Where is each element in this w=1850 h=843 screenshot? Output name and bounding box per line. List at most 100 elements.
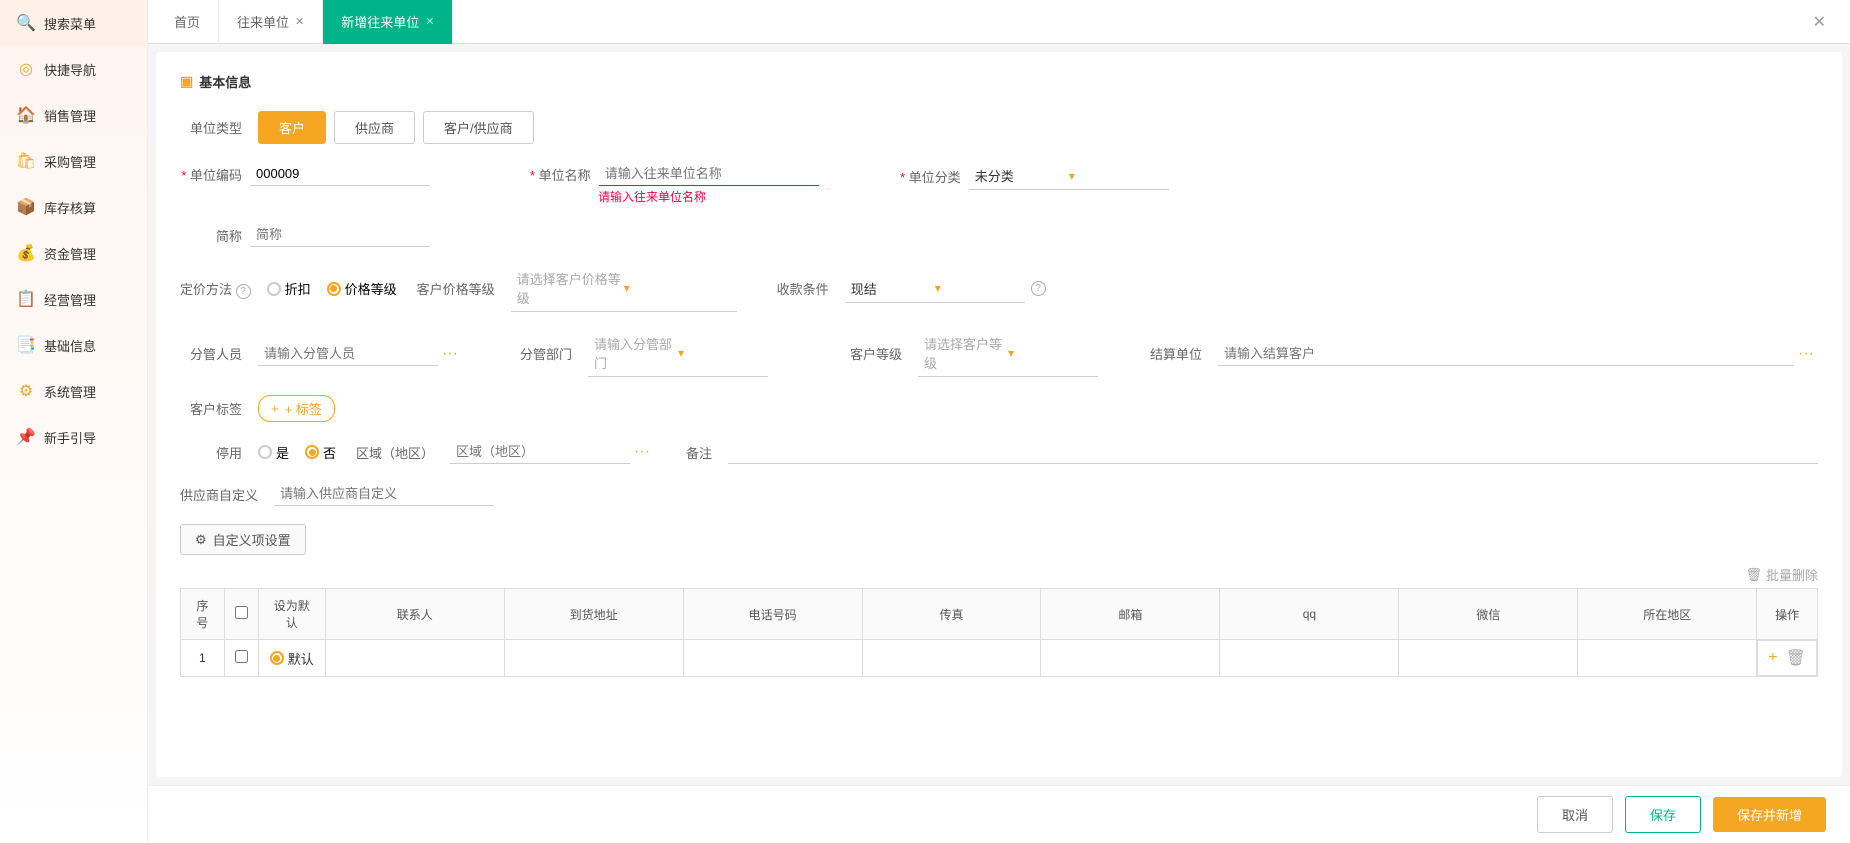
row-contact[interactable] xyxy=(325,640,504,677)
row-qq[interactable] xyxy=(1220,640,1399,677)
short-name-row: 简称 xyxy=(180,223,1818,247)
supervisor-more-btn[interactable]: ··· xyxy=(438,346,462,362)
row-phone[interactable] xyxy=(683,640,862,677)
type-btn-both[interactable]: 客户/供应商 xyxy=(423,111,534,144)
supplier-custom-label: 供应商自定义 xyxy=(180,485,266,504)
unit-code-label: 单位编码 xyxy=(180,165,250,184)
unit-name-field: 单位名称 请输入往来单位名称 xyxy=(500,162,860,205)
batch-delete-label[interactable]: 批量删除 xyxy=(1766,565,1818,584)
row-add-btn[interactable]: + xyxy=(1768,649,1777,667)
short-name-input[interactable] xyxy=(250,223,430,247)
customer-price-level-select[interactable]: 请选择客户价格等级 ▾ xyxy=(511,265,737,312)
tab-new-contact[interactable]: 新增往来单位 ✕ xyxy=(323,0,452,44)
unit-name-input[interactable] xyxy=(599,162,819,186)
type-btn-supplier[interactable]: 供应商 xyxy=(334,111,415,144)
row-checkbox[interactable] xyxy=(235,650,248,663)
add-tag-plus: + xyxy=(271,401,279,416)
finance-icon: 💰 xyxy=(16,243,36,263)
col-fax: 传真 xyxy=(862,589,1041,640)
sidebar-item-quick-nav[interactable]: ◎ 快捷导航 xyxy=(0,46,147,92)
save-and-new-button[interactable]: 保存并新增 xyxy=(1713,797,1826,832)
sidebar-item-sales[interactable]: 🏠 销售管理 xyxy=(0,92,147,138)
row-phone-input[interactable] xyxy=(694,651,852,666)
cancel-button[interactable]: 取消 xyxy=(1537,796,1613,833)
pricing-help-icon[interactable]: ? xyxy=(236,284,251,299)
payment-terms-chevron: ▾ xyxy=(935,281,1019,295)
settlement-unit-more-btn[interactable]: ··· xyxy=(1794,346,1818,362)
supervisor-label: 分管人员 xyxy=(180,344,250,363)
remark-input[interactable] xyxy=(728,440,1818,464)
add-tag-button[interactable]: + + 标签 xyxy=(258,395,335,422)
operation-icon: 📋 xyxy=(16,289,36,309)
customer-price-level-label: 客户价格等级 xyxy=(417,279,503,298)
sidebar-item-guide[interactable]: 📌 新手引导 xyxy=(0,414,147,460)
row-qq-input[interactable] xyxy=(1230,651,1388,666)
type-btn-customer[interactable]: 客户 xyxy=(258,111,326,144)
unit-category-select[interactable]: 未分类 ▾ xyxy=(969,162,1169,190)
row-wechat-input[interactable] xyxy=(1409,651,1567,666)
row-fax-input[interactable] xyxy=(873,651,1031,666)
sidebar-item-purchase[interactable]: 🛍 采购管理 xyxy=(0,138,147,184)
sidebar-item-finance[interactable]: 💰 资金管理 xyxy=(0,230,147,276)
main-area: 首页 往来单位 ✕ 新增往来单位 ✕ ✕ ▣ 基本信息 单位类型 客户 供应商 xyxy=(148,0,1850,843)
disabled-field: 停用 是 否 xyxy=(180,443,336,462)
purchase-icon: 🛍 xyxy=(16,151,36,171)
region-more-btn[interactable]: ··· xyxy=(630,444,654,460)
row-address-input[interactable] xyxy=(515,651,673,666)
radio-discount[interactable]: 折扣 xyxy=(267,279,311,298)
unit-category-field: 单位分类 未分类 ▾ xyxy=(860,162,1818,190)
col-action: 操作 xyxy=(1757,589,1818,640)
region-input[interactable] xyxy=(450,440,630,464)
tab-contacts-close[interactable]: ✕ xyxy=(295,15,304,28)
radio-disabled-yes[interactable]: 是 xyxy=(258,443,289,462)
row-contact-input[interactable] xyxy=(336,651,494,666)
row-region[interactable] xyxy=(1578,640,1757,677)
customer-level-select[interactable]: 请选择客户等级 ▾ xyxy=(918,330,1098,377)
select-all-checkbox[interactable] xyxy=(235,606,248,619)
save-button[interactable]: 保存 xyxy=(1625,796,1701,833)
sidebar-item-operation[interactable]: 📋 经营管理 xyxy=(0,276,147,322)
payment-terms-label: 收款条件 xyxy=(777,279,837,298)
unit-name-label: 单位名称 xyxy=(530,165,599,184)
footer: 取消 保存 保存并新增 xyxy=(148,785,1850,843)
sidebar-item-system[interactable]: ⚙ 系统管理 xyxy=(0,368,147,414)
row-address[interactable] xyxy=(504,640,683,677)
sidebar-item-search[interactable]: 🔍 搜索菜单 xyxy=(0,0,147,46)
tab-bar-close-all[interactable]: ✕ xyxy=(1797,12,1842,32)
customer-level-chevron: ▾ xyxy=(1008,346,1092,360)
sidebar-item-basic-info[interactable]: 📑 基础信息 xyxy=(0,322,147,368)
row-region-input[interactable] xyxy=(1588,651,1746,666)
row-fax[interactable] xyxy=(862,640,1041,677)
content-area: ▣ 基本信息 单位类型 客户 供应商 客户/供应商 单位编码 单位名称 xyxy=(156,52,1842,777)
tab-home[interactable]: 首页 xyxy=(156,0,219,44)
radio-disabled-no[interactable]: 否 xyxy=(305,443,336,462)
sidebar-item-inventory[interactable]: 📦 库存核算 xyxy=(0,184,147,230)
trash-icon: 🗑 xyxy=(1745,567,1762,583)
payment-terms-help-icon[interactable]: ? xyxy=(1031,281,1046,296)
custom-settings-button[interactable]: ⚙ 自定义项设置 xyxy=(180,524,306,555)
radio-price-level-circle xyxy=(327,282,341,296)
unit-code-input[interactable] xyxy=(250,162,430,186)
col-wechat: 微信 xyxy=(1399,589,1578,640)
radio-price-level[interactable]: 价格等级 xyxy=(327,279,397,298)
supervisor-input[interactable] xyxy=(258,342,438,366)
customer-tags-row: 客户标签 + + 标签 xyxy=(180,395,1818,422)
supplier-custom-input[interactable] xyxy=(274,482,494,506)
section-header: ▣ 基本信息 xyxy=(180,72,1818,91)
disabled-label: 停用 xyxy=(180,443,250,462)
sales-icon: 🏠 xyxy=(16,105,36,125)
row-default-radio[interactable] xyxy=(270,651,284,665)
row-delete-btn[interactable]: 🗑 xyxy=(1786,648,1806,668)
tab-contacts[interactable]: 往来单位 ✕ xyxy=(219,0,323,44)
row-email-input[interactable] xyxy=(1051,651,1209,666)
dept-field: 分管部门 请输入分管部门 ▾ xyxy=(500,330,820,377)
settlement-unit-label: 结算单位 xyxy=(1150,344,1210,363)
tab-new-contact-close[interactable]: ✕ xyxy=(425,15,434,28)
dept-select[interactable]: 请输入分管部门 ▾ xyxy=(588,330,768,377)
row-wechat[interactable] xyxy=(1399,640,1578,677)
payment-terms-select[interactable]: 现结 ▾ xyxy=(845,275,1025,303)
row-email[interactable] xyxy=(1041,640,1220,677)
settlement-unit-input[interactable] xyxy=(1218,342,1794,366)
section-icon: ▣ xyxy=(180,73,193,90)
region-field: 区域（地区） ··· xyxy=(336,440,656,464)
